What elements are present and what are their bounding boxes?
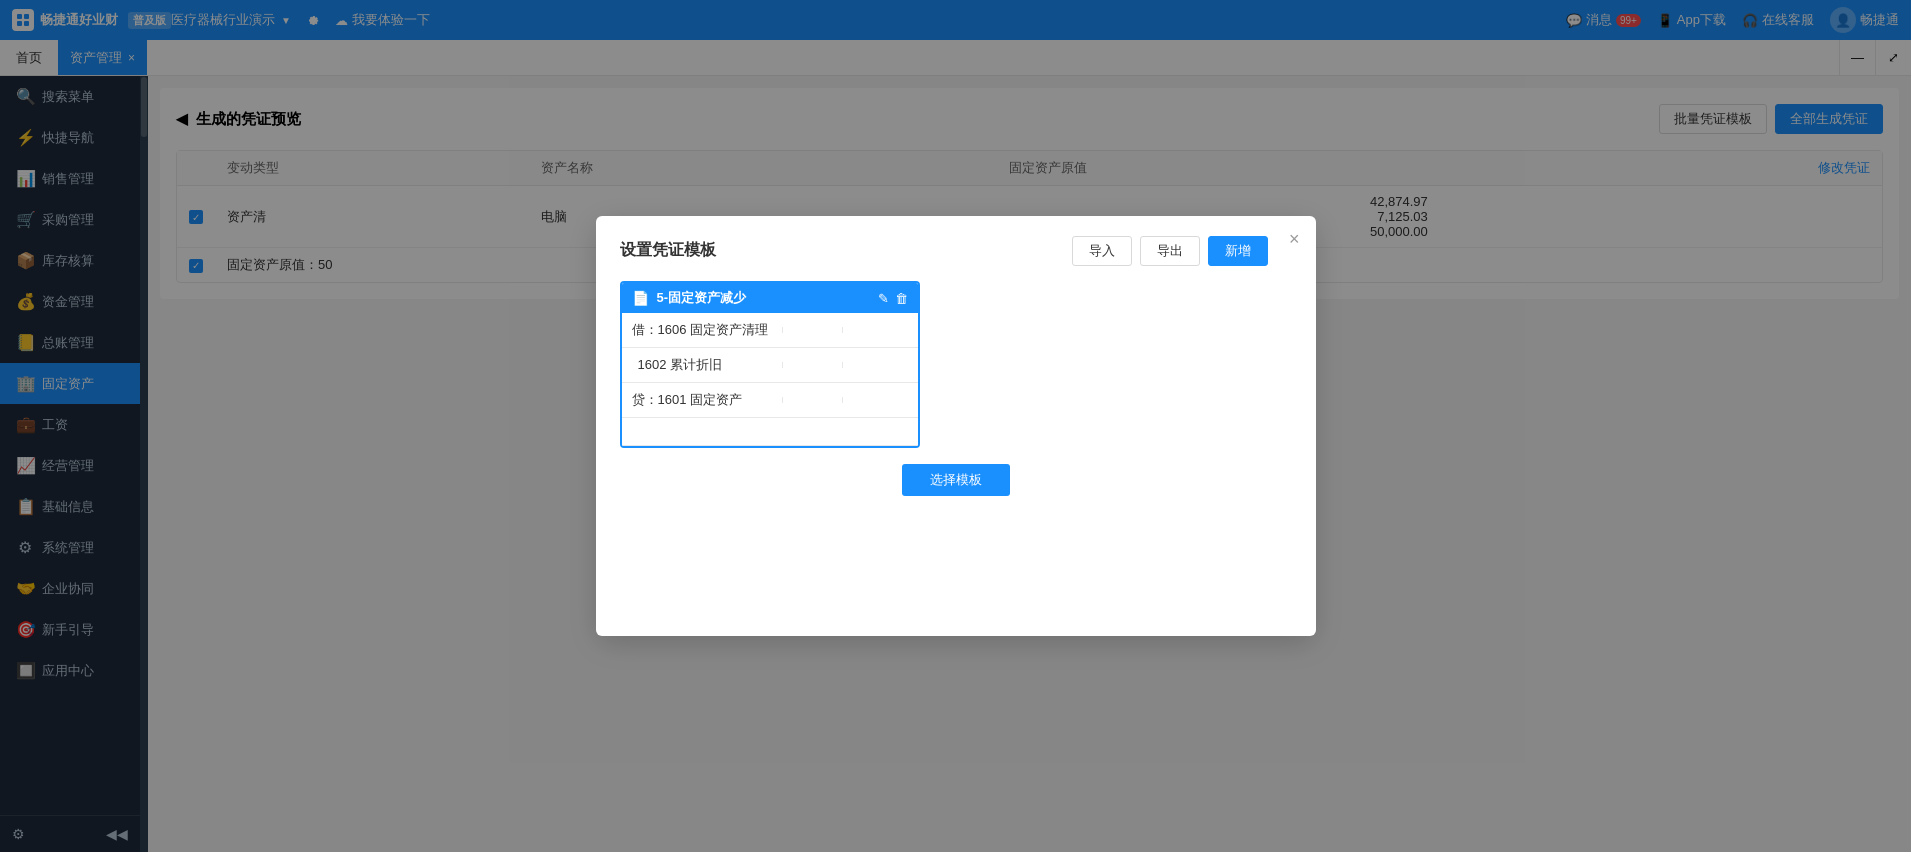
template-row-empty <box>622 418 918 446</box>
modal-top-actions: 导入 导出 新增 <box>1072 236 1268 266</box>
template-row1-label: 借：1606 固定资产清理 <box>622 318 782 342</box>
template-row2-debit <box>782 362 842 368</box>
template-delete-icon[interactable]: 🗑 <box>895 291 908 306</box>
template-card: 📄 5-固定资产减少 ✎ 🗑 借：1606 固定资产清理 <box>620 281 920 448</box>
modal-dialog: 设置凭证模板 × 导入 导出 新增 📄 5-固定资产减少 ✎ 🗑 <box>596 216 1316 636</box>
modal-close-btn[interactable]: × <box>1289 230 1300 248</box>
main-content: ◀ 生成的凭证预览 批量凭证模板 全部生成凭证 变动类型 资产名称 固定资产原值 <box>148 76 1911 852</box>
modal-overlay: 设置凭证模板 × 导入 导出 新增 📄 5-固定资产减少 ✎ 🗑 <box>148 76 1911 852</box>
template-card-header: 📄 5-固定资产减少 ✎ 🗑 <box>622 283 918 313</box>
template-row3-label: 贷：1601 固定资产 <box>622 388 782 412</box>
template-row-1: 借：1606 固定资产清理 <box>622 313 918 348</box>
template-row-2: 1602 累计折旧 <box>622 348 918 383</box>
new-btn[interactable]: 新增 <box>1208 236 1268 266</box>
template-row1-debit <box>782 327 842 333</box>
template-body: 借：1606 固定资产清理 1602 累计折旧 贷：1601 固定资产 <box>622 313 918 446</box>
template-row3-credit <box>842 397 902 403</box>
template-row3-debit <box>782 397 842 403</box>
import-btn[interactable]: 导入 <box>1072 236 1132 266</box>
template-row-3: 贷：1601 固定资产 <box>622 383 918 418</box>
template-doc-icon: 📄 <box>632 290 649 306</box>
template-card-actions: ✎ 🗑 <box>878 291 908 306</box>
select-template-btn[interactable]: 选择模板 <box>902 464 1010 496</box>
select-btn-wrap: 选择模板 <box>620 464 1292 496</box>
main-layout: 🔍 搜索菜单 ⚡ 快捷导航 📊 销售管理 🛒 采购管理 📦 库存核算 💰 <box>0 76 1911 852</box>
template-row1-credit <box>842 327 902 333</box>
template-title: 5-固定资产减少 <box>657 289 870 307</box>
template-row2-label: 1602 累计折旧 <box>622 353 782 377</box>
template-row2-credit <box>842 362 902 368</box>
template-edit-icon[interactable]: ✎ <box>878 291 889 306</box>
export-btn[interactable]: 导出 <box>1140 236 1200 266</box>
